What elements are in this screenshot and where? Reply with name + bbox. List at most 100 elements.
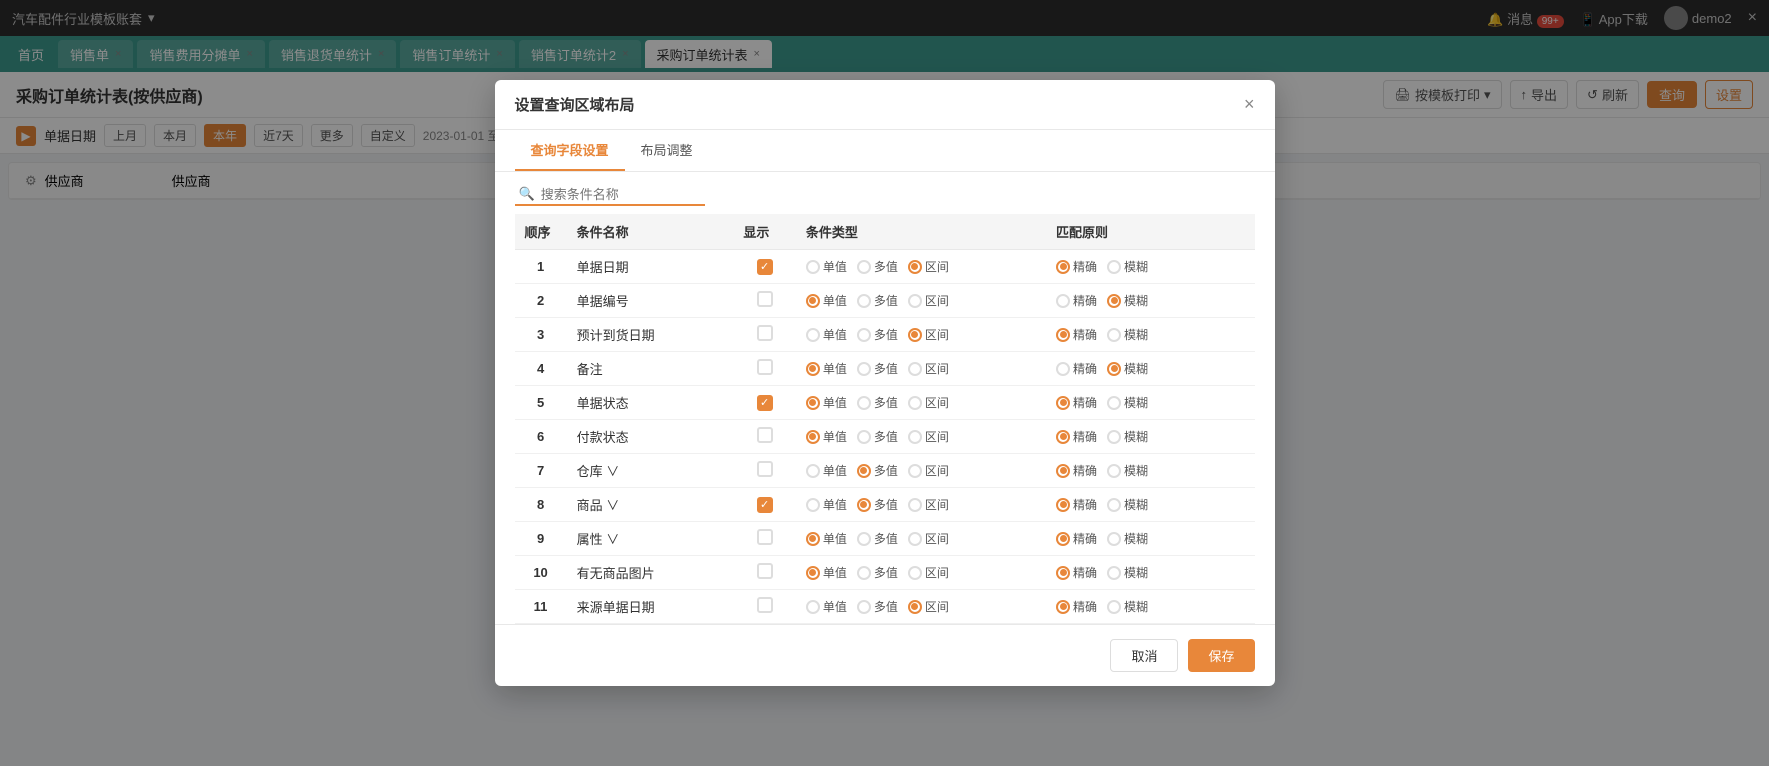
radio-circle-match-模糊-0 (1107, 260, 1121, 274)
save-button[interactable]: 保存 (1188, 639, 1254, 672)
radio-match-模糊-4[interactable]: 模糊 (1107, 394, 1148, 411)
radio-match-精确-9[interactable]: 精确 (1056, 564, 1097, 581)
checkbox-display-6[interactable] (757, 461, 773, 477)
radio-type-区间-5[interactable]: 区间 (908, 428, 949, 445)
radio-type-区间-0[interactable]: 区间 (908, 258, 949, 275)
checkbox-display-9[interactable] (757, 563, 773, 579)
radio-circle-match-精确-9 (1056, 566, 1070, 580)
radio-type-区间-7[interactable]: 区间 (908, 496, 949, 513)
radio-match-精确-1[interactable]: 精确 (1056, 292, 1097, 309)
radio-type-区间-1[interactable]: 区间 (908, 292, 949, 309)
radio-type-单值-4[interactable]: 单值 (806, 394, 847, 411)
checkbox-display-2[interactable] (757, 325, 773, 341)
radio-type-单值-0[interactable]: 单值 (806, 258, 847, 275)
radio-match-模糊-9[interactable]: 模糊 (1107, 564, 1148, 581)
checkbox-display-1[interactable] (757, 291, 773, 307)
cell-display-10[interactable] (733, 590, 796, 624)
radio-type-区间-2[interactable]: 区间 (908, 326, 949, 343)
radio-type-多值-10[interactable]: 多值 (857, 598, 898, 615)
cell-display-6[interactable] (733, 454, 796, 488)
radio-type-单值-7[interactable]: 单值 (806, 496, 847, 513)
radio-match-精确-8[interactable]: 精确 (1056, 530, 1097, 547)
radio-type-多值-1[interactable]: 多值 (857, 292, 898, 309)
radio-label-type-单值-4: 单值 (823, 394, 847, 411)
checkbox-display-5[interactable] (757, 427, 773, 443)
radio-match-模糊-10[interactable]: 模糊 (1107, 598, 1148, 615)
cell-display-8[interactable] (733, 522, 796, 556)
modal-close-button[interactable]: × (1244, 94, 1255, 115)
radio-label-type-区间-3: 区间 (925, 360, 949, 377)
th-display: 显示 (733, 214, 796, 250)
radio-match-精确-5[interactable]: 精确 (1056, 428, 1097, 445)
radio-type-单值-2[interactable]: 单值 (806, 326, 847, 343)
radio-circle-type-单值-1 (806, 294, 820, 308)
radio-type-区间-10[interactable]: 区间 (908, 598, 949, 615)
radio-type-多值-3[interactable]: 多值 (857, 360, 898, 377)
radio-type-多值-7[interactable]: 多值 (857, 496, 898, 513)
radio-type-多值-2[interactable]: 多值 (857, 326, 898, 343)
radio-type-单值-5[interactable]: 单值 (806, 428, 847, 445)
radio-match-模糊-1[interactable]: 模糊 (1107, 292, 1148, 309)
radio-type-多值-6[interactable]: 多值 (857, 462, 898, 479)
cell-display-7[interactable] (733, 488, 796, 522)
radio-match-精确-7[interactable]: 精确 (1056, 496, 1097, 513)
radio-type-多值-4[interactable]: 多值 (857, 394, 898, 411)
search-input[interactable] (541, 187, 701, 202)
cell-display-4[interactable] (733, 386, 796, 420)
radio-match-模糊-0[interactable]: 模糊 (1107, 258, 1148, 275)
radio-match-模糊-7[interactable]: 模糊 (1107, 496, 1148, 513)
radio-type-区间-3[interactable]: 区间 (908, 360, 949, 377)
checkbox-display-7[interactable] (757, 497, 773, 513)
checkbox-display-10[interactable] (757, 597, 773, 613)
radio-type-多值-9[interactable]: 多值 (857, 564, 898, 581)
radio-circle-type-单值-10 (806, 600, 820, 614)
radio-label-match-模糊-1: 模糊 (1124, 292, 1148, 309)
checkbox-display-8[interactable] (757, 529, 773, 545)
cell-display-5[interactable] (733, 420, 796, 454)
radio-match-模糊-5[interactable]: 模糊 (1107, 428, 1148, 445)
radio-type-区间-6[interactable]: 区间 (908, 462, 949, 479)
tab-layout-adjust[interactable]: 布局调整 (625, 130, 709, 171)
radio-match-精确-0[interactable]: 精确 (1056, 258, 1097, 275)
cell-name-9: 有无商品图片 (567, 556, 734, 590)
radio-type-区间-8[interactable]: 区间 (908, 530, 949, 547)
tab-query-fields[interactable]: 查询字段设置 (515, 130, 625, 171)
th-seq: 顺序 (515, 214, 567, 250)
radio-type-单值-3[interactable]: 单值 (806, 360, 847, 377)
radio-type-单值-1[interactable]: 单值 (806, 292, 847, 309)
radio-match-精确-4[interactable]: 精确 (1056, 394, 1097, 411)
radio-type-单值-6[interactable]: 单值 (806, 462, 847, 479)
radio-match-精确-2[interactable]: 精确 (1056, 326, 1097, 343)
checkbox-display-0[interactable] (757, 259, 773, 275)
cell-display-0[interactable] (733, 250, 796, 284)
checkbox-display-4[interactable] (757, 395, 773, 411)
radio-type-多值-8[interactable]: 多值 (857, 530, 898, 547)
checkbox-display-3[interactable] (757, 359, 773, 375)
radio-match-模糊-3[interactable]: 模糊 (1107, 360, 1148, 377)
radio-match-模糊-8[interactable]: 模糊 (1107, 530, 1148, 547)
radio-type-多值-5[interactable]: 多值 (857, 428, 898, 445)
radio-type-单值-8[interactable]: 单值 (806, 530, 847, 547)
radio-type-单值-10[interactable]: 单值 (806, 598, 847, 615)
radio-type-区间-9[interactable]: 区间 (908, 564, 949, 581)
radio-match-精确-6[interactable]: 精确 (1056, 462, 1097, 479)
radio-label-type-多值-4: 多值 (874, 394, 898, 411)
radio-label-match-模糊-4: 模糊 (1124, 394, 1148, 411)
radio-label-match-模糊-5: 模糊 (1124, 428, 1148, 445)
cell-match-5: 精确 模糊 (1046, 420, 1254, 454)
cell-display-9[interactable] (733, 556, 796, 590)
radio-match-精确-3[interactable]: 精确 (1056, 360, 1097, 377)
radio-label-type-多值-2: 多值 (874, 326, 898, 343)
radio-match-模糊-6[interactable]: 模糊 (1107, 462, 1148, 479)
cancel-button[interactable]: 取消 (1110, 639, 1178, 672)
radio-label-type-单值-5: 单值 (823, 428, 847, 445)
radio-type-单值-9[interactable]: 单值 (806, 564, 847, 581)
radio-match-精确-10[interactable]: 精确 (1056, 598, 1097, 615)
radio-type-区间-4[interactable]: 区间 (908, 394, 949, 411)
cell-display-1[interactable] (733, 284, 796, 318)
cell-display-3[interactable] (733, 352, 796, 386)
radio-type-多值-0[interactable]: 多值 (857, 258, 898, 275)
radio-match-模糊-2[interactable]: 模糊 (1107, 326, 1148, 343)
radio-label-type-单值-1: 单值 (823, 292, 847, 309)
cell-display-2[interactable] (733, 318, 796, 352)
